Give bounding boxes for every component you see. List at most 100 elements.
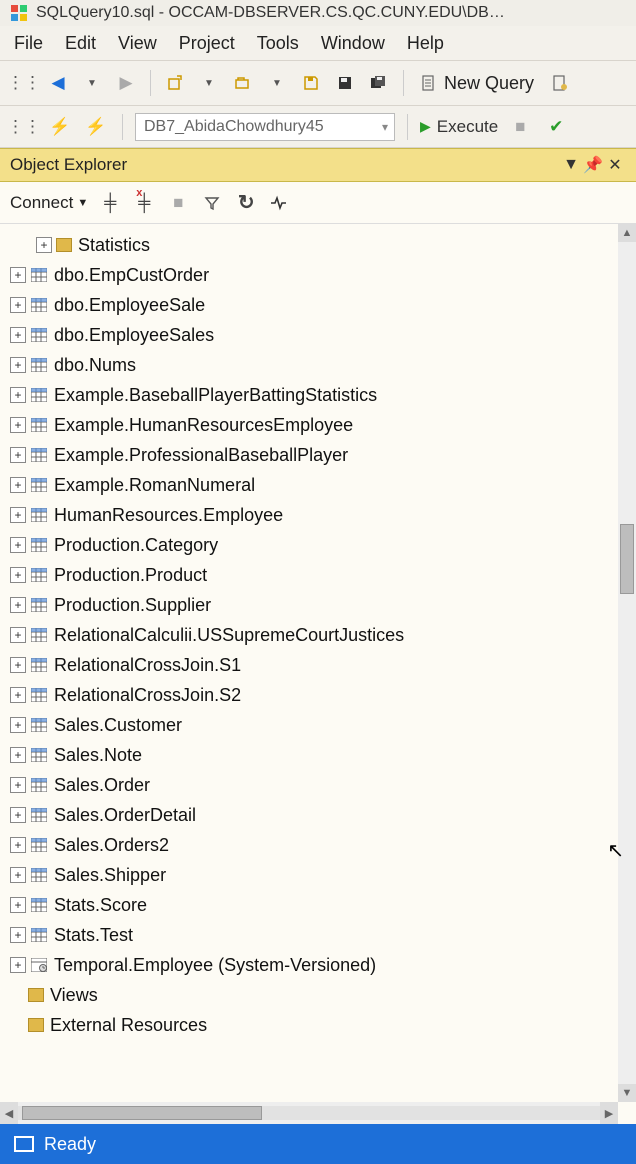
menu-window[interactable]: Window	[321, 33, 385, 54]
connect-icon[interactable]: ╪	[98, 191, 122, 215]
new-project-icon[interactable]	[161, 69, 189, 97]
tree-node-statistics[interactable]: + Statistics	[0, 230, 618, 260]
debug-step-icon[interactable]: ⚡	[82, 113, 110, 141]
save-icon[interactable]	[297, 69, 325, 97]
tree-node-external-resources[interactable]: External Resources	[0, 1010, 618, 1040]
tree-node-table[interactable]: +Stats.Score	[0, 890, 618, 920]
scroll-down-icon[interactable]: ▼	[618, 1084, 636, 1102]
execute-button[interactable]: ▶ Execute	[420, 117, 498, 137]
tree-node-table[interactable]: +Stats.Test	[0, 920, 618, 950]
parse-icon[interactable]: ✔	[542, 113, 570, 141]
expand-icon[interactable]: +	[10, 447, 26, 463]
dropdown-arrow-icon[interactable]: ▼	[195, 69, 223, 97]
scroll-up-icon[interactable]: ▲	[618, 224, 636, 242]
tree-node-table[interactable]: +dbo.EmpCustOrder	[0, 260, 618, 290]
scroll-left-icon[interactable]: ◀	[0, 1102, 18, 1124]
tree-label: HumanResources.Employee	[54, 505, 283, 526]
tree-node-table[interactable]: +dbo.Nums	[0, 350, 618, 380]
tree-node-table[interactable]: +RelationalCrossJoin.S2	[0, 680, 618, 710]
expand-icon[interactable]: +	[10, 747, 26, 763]
expand-icon[interactable]: +	[10, 387, 26, 403]
tree-node-views[interactable]: Views	[0, 980, 618, 1010]
stop-icon[interactable]: ■	[506, 113, 534, 141]
expand-icon[interactable]: +	[10, 657, 26, 673]
table-icon	[30, 266, 48, 284]
save-all-icon[interactable]	[365, 69, 393, 97]
tree-node-table[interactable]: +Sales.Note	[0, 740, 618, 770]
expand-icon[interactable]: +	[10, 927, 26, 943]
expand-icon[interactable]: +	[10, 267, 26, 283]
expand-icon[interactable]: +	[10, 957, 26, 973]
scroll-track[interactable]	[18, 1106, 600, 1120]
stop-icon[interactable]: ■	[166, 191, 190, 215]
expand-icon[interactable]: +	[10, 477, 26, 493]
menu-help[interactable]: Help	[407, 33, 444, 54]
debug-icon[interactable]: ⚡	[46, 113, 74, 141]
tree-node-table[interactable]: +Sales.Customer	[0, 710, 618, 740]
panel-dropdown-icon[interactable]: ▼	[560, 156, 582, 174]
database-dropdown[interactable]: DB7_AbidaChowdhury45	[135, 113, 395, 141]
dropdown-arrow-icon[interactable]: ▼	[78, 69, 106, 97]
tree-node-table[interactable]: +Sales.Order	[0, 770, 618, 800]
nav-forward-icon[interactable]: ▶	[112, 69, 140, 97]
close-icon[interactable]: ✕	[604, 155, 626, 175]
tree-node-temporal[interactable]: + Temporal.Employee (System-Versioned)	[0, 950, 618, 980]
expand-icon[interactable]: +	[10, 837, 26, 853]
menu-view[interactable]: View	[118, 33, 157, 54]
expand-icon[interactable]: +	[10, 357, 26, 373]
table-icon	[30, 416, 48, 434]
expand-icon[interactable]: +	[10, 537, 26, 553]
menu-edit[interactable]: Edit	[65, 33, 96, 54]
scroll-right-icon[interactable]: ▶	[600, 1102, 618, 1124]
new-query-button[interactable]: New Query	[414, 73, 540, 94]
expand-icon[interactable]: +	[10, 597, 26, 613]
nav-back-icon[interactable]: ◀	[44, 69, 72, 97]
expand-icon[interactable]: +	[10, 297, 26, 313]
tree-node-table[interactable]: + Production.Supplier	[0, 590, 618, 620]
scroll-thumb[interactable]	[620, 524, 634, 594]
tree-node-table[interactable]: +Sales.Orders2	[0, 830, 618, 860]
expand-icon[interactable]: +	[10, 507, 26, 523]
dropdown-arrow-icon[interactable]: ▼	[263, 69, 291, 97]
tree-node-table[interactable]: +Sales.OrderDetail	[0, 800, 618, 830]
tree-node-table[interactable]: +Example.HumanResourcesEmployee	[0, 410, 618, 440]
tree-node-table[interactable]: +dbo.EmployeeSales	[0, 320, 618, 350]
save-single-icon[interactable]	[331, 69, 359, 97]
horizontal-scrollbar[interactable]: ◀ ▶	[0, 1102, 618, 1124]
expand-icon[interactable]: +	[10, 777, 26, 793]
menu-file[interactable]: File	[14, 33, 43, 54]
query-extra-icon[interactable]	[546, 69, 574, 97]
expand-icon[interactable]: +	[10, 807, 26, 823]
filter-icon[interactable]	[200, 191, 224, 215]
menu-tools[interactable]: Tools	[257, 33, 299, 54]
tree-node-table[interactable]: +RelationalCrossJoin.S1	[0, 650, 618, 680]
expand-icon[interactable]: +	[10, 867, 26, 883]
expand-icon[interactable]: +	[10, 327, 26, 343]
tree-node-table[interactable]: +Example.RomanNumeral	[0, 470, 618, 500]
expand-icon[interactable]: +	[10, 717, 26, 733]
pin-icon[interactable]: 📌	[582, 155, 604, 175]
tree-label: Production.Supplier	[54, 595, 211, 616]
tree-node-table[interactable]: +dbo.EmployeeSale	[0, 290, 618, 320]
expand-icon[interactable]: +	[10, 627, 26, 643]
tree-node-table[interactable]: +RelationalCalculii.USSupremeCourtJustic…	[0, 620, 618, 650]
tree-node-table[interactable]: +Example.ProfessionalBaseballPlayer	[0, 440, 618, 470]
expand-icon[interactable]: +	[36, 237, 52, 253]
menu-project[interactable]: Project	[179, 33, 235, 54]
expand-icon[interactable]: +	[10, 897, 26, 913]
vertical-scrollbar[interactable]: ▲ ▼	[618, 224, 636, 1102]
refresh-icon[interactable]: ↻	[234, 191, 258, 215]
expand-icon[interactable]: +	[10, 567, 26, 583]
connect-button[interactable]: Connect ▼	[10, 193, 88, 213]
tree-node-table[interactable]: + HumanResources.Employee	[0, 500, 618, 530]
disconnect-icon[interactable]: ╪x	[132, 191, 156, 215]
expand-icon[interactable]: +	[10, 417, 26, 433]
scroll-thumb[interactable]	[22, 1106, 262, 1120]
expand-icon[interactable]: +	[10, 687, 26, 703]
tree-node-table[interactable]: +Production.Product	[0, 560, 618, 590]
activity-icon[interactable]	[268, 191, 292, 215]
tree-node-table[interactable]: +Example.BaseballPlayerBattingStatistics	[0, 380, 618, 410]
open-icon[interactable]	[229, 69, 257, 97]
tree-node-table[interactable]: +Production.Category	[0, 530, 618, 560]
tree-node-table[interactable]: +Sales.Shipper	[0, 860, 618, 890]
